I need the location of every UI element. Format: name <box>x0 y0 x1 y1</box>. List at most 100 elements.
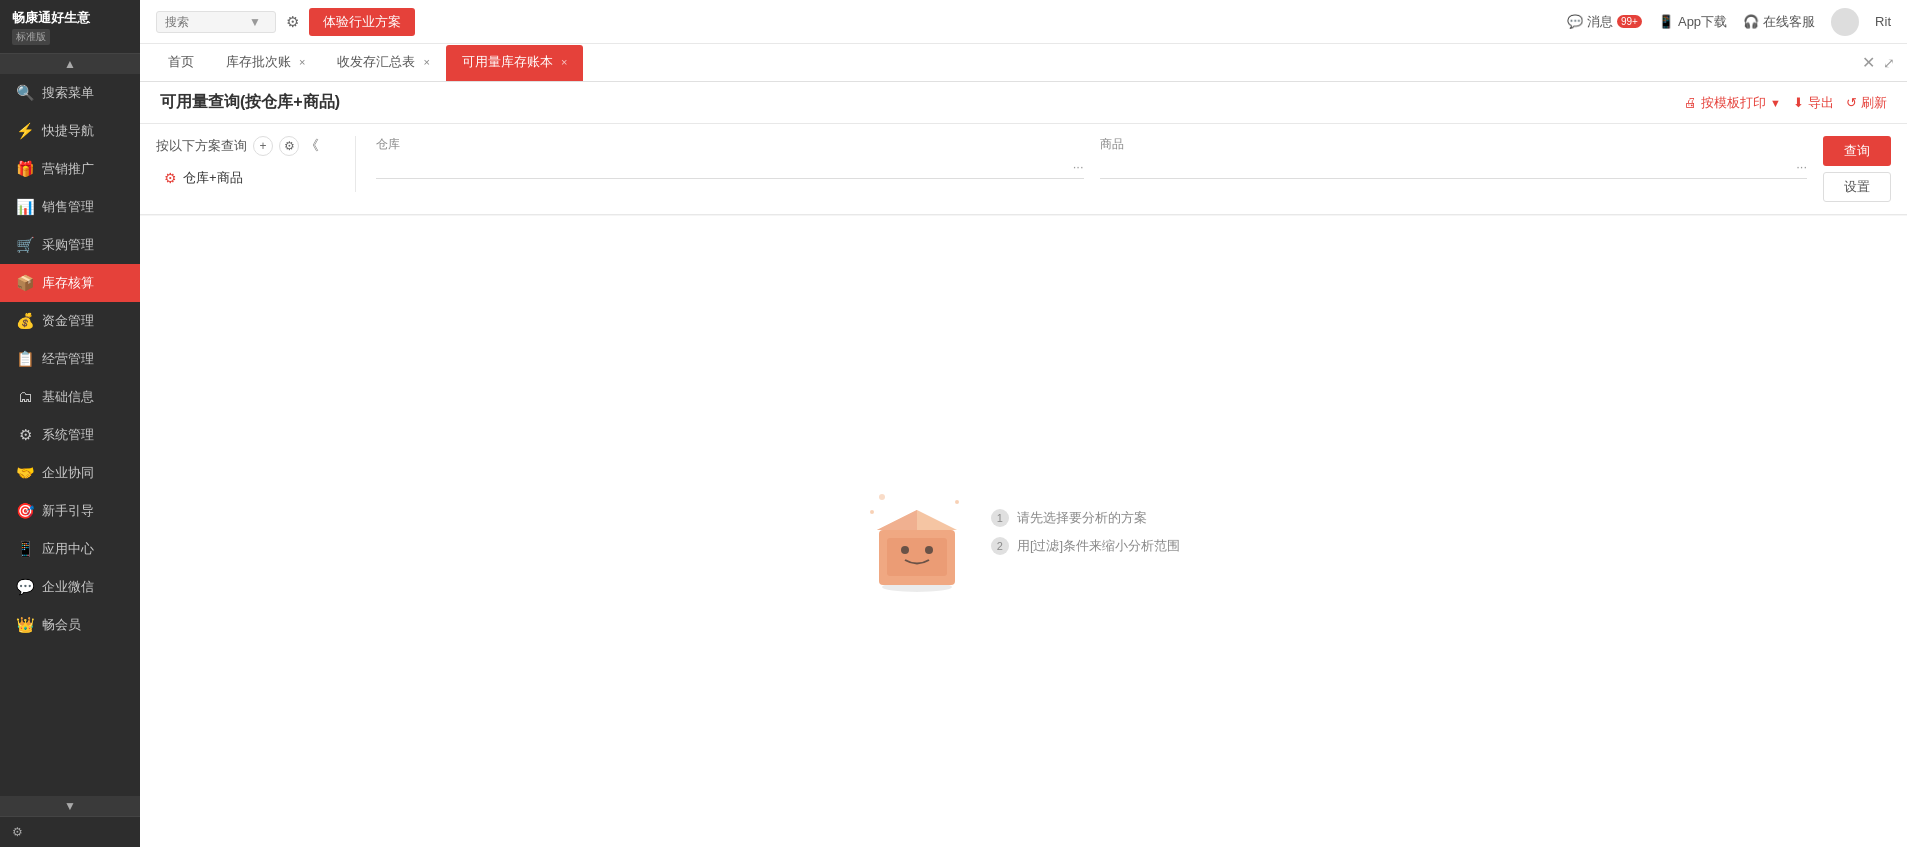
enterprise-icon: 🤝 <box>16 464 34 482</box>
tab-label-available-ledger: 可用量库存账本 <box>462 53 553 71</box>
sidebar-item-operation[interactable]: 📋经营管理 <box>0 340 140 378</box>
topbar-search[interactable]: ▼ <box>156 11 276 33</box>
tab-close-stock-summary[interactable]: × <box>423 56 429 68</box>
tab-bar-close-btn[interactable]: ✕ <box>1862 53 1875 72</box>
marketing-icon: 🎁 <box>16 160 34 178</box>
sidebar-item-quick-nav[interactable]: ⚡快捷导航 <box>0 112 140 150</box>
filter-warehouse: 仓库 ··· <box>376 136 1084 179</box>
sidebar-scroll-down[interactable]: ▼ <box>0 796 140 816</box>
tab-close-batch-ledger[interactable]: × <box>299 56 305 68</box>
message-icon: 💬 <box>1567 14 1583 29</box>
settings-icon: ⚙ <box>12 825 23 839</box>
member-icon: 👑 <box>16 616 34 634</box>
tab-batch-ledger[interactable]: 库存批次账× <box>210 45 321 81</box>
step-2-circle: 2 <box>991 537 1009 555</box>
tab-available-ledger[interactable]: 可用量库存账本 × <box>446 45 583 81</box>
sidebar-menu: 🔍搜索菜单⚡快捷导航🎁营销推广📊销售管理🛒采购管理📦库存核算💰资金管理📋经营管理… <box>0 74 140 796</box>
warehouse-input[interactable] <box>376 159 1069 174</box>
tab-bar-expand-btn[interactable]: ⤢ <box>1883 55 1895 71</box>
app-center-icon: 📱 <box>16 540 34 558</box>
sidebar-item-marketing[interactable]: 🎁营销推广 <box>0 150 140 188</box>
gear-icon[interactable]: ⚙ <box>286 13 299 31</box>
svg-marker-4 <box>877 510 917 530</box>
chevron-down-icon: ▼ <box>1770 97 1781 109</box>
tab-close-available-ledger[interactable]: × <box>561 56 567 68</box>
main-content: ▼ ⚙ 体验行业方案 💬 消息 99+ 📱 App下载 🎧 在线客服 Rit 首… <box>140 0 1907 847</box>
scheme-icon: ⚙ <box>164 170 177 186</box>
search-input[interactable] <box>165 15 245 29</box>
sidebar-item-app-center[interactable]: 📱 应用中心 <box>0 530 140 568</box>
query-panel: 按以下方案查询 + ⚙ 《 ⚙ 仓库+商品 仓库 ·· <box>140 124 1907 215</box>
sidebar-item-member[interactable]: 👑畅会员 <box>0 606 140 644</box>
empty-hint-2: 2 用[过滤]条件来缩小分析范围 <box>991 537 1180 555</box>
online-service-btn[interactable]: 🎧 在线客服 <box>1743 13 1815 31</box>
sidebar-item-label: 采购管理 <box>42 236 94 254</box>
scheme-item-label: 仓库+商品 <box>183 169 243 187</box>
username[interactable]: Rit <box>1875 14 1891 29</box>
query-btn[interactable]: 查询 <box>1823 136 1891 166</box>
sidebar-scroll-up[interactable]: ▲ <box>0 54 140 74</box>
goods-input[interactable] <box>1100 159 1793 174</box>
sidebar-item-finance[interactable]: 💰资金管理 <box>0 302 140 340</box>
sidebar-item-search[interactable]: 🔍搜索菜单 <box>0 74 140 112</box>
message-badge: 99+ <box>1617 15 1642 28</box>
app-download-label: App下载 <box>1678 13 1727 31</box>
chevron-down-icon[interactable]: ▼ <box>249 15 261 29</box>
app-download-btn[interactable]: 📱 App下载 <box>1658 13 1727 31</box>
svg-point-8 <box>879 494 885 500</box>
scheme-add-btn[interactable]: + <box>253 136 273 156</box>
print-label: 按模板打印 <box>1701 94 1766 112</box>
scheme-item-warehouse-goods[interactable]: ⚙ 仓库+商品 <box>156 164 343 192</box>
sidebar: 畅康通好生意 标准版 ▲ 🔍搜索菜单⚡快捷导航🎁营销推广📊销售管理🛒采购管理📦库… <box>0 0 140 847</box>
scheme-title: 按以下方案查询 <box>156 137 247 155</box>
sidebar-item-label: 应用中心 <box>42 540 94 558</box>
export-label: 导出 <box>1808 94 1834 112</box>
trial-btn[interactable]: 体验行业方案 <box>309 8 415 36</box>
sidebar-item-label: 企业微信 <box>42 578 94 596</box>
message-btn[interactable]: 💬 消息 99+ <box>1567 13 1642 31</box>
basic-icon: 🗂 <box>16 388 34 405</box>
scheme-section: 按以下方案查询 + ⚙ 《 ⚙ 仓库+商品 <box>156 136 356 192</box>
sidebar-item-sales[interactable]: 📊销售管理 <box>0 188 140 226</box>
tab-stock-summary[interactable]: 收发存汇总表× <box>321 45 445 81</box>
action-buttons: 查询 设置 <box>1823 136 1891 202</box>
tab-home[interactable]: 首页 <box>152 45 210 81</box>
svg-point-7 <box>870 510 874 514</box>
sidebar-item-inventory[interactable]: 📦库存核算 <box>0 264 140 302</box>
sidebar-item-label: 系统管理 <box>42 426 94 444</box>
tab-bar: 首页库存批次账×收发存汇总表× 可用量库存账本 × ✕ ⤢ <box>140 44 1907 82</box>
hint-2-label: 用[过滤]条件来缩小分析范围 <box>1017 537 1180 555</box>
settings-btn[interactable]: 设置 <box>1823 172 1891 202</box>
sidebar-item-label: 快捷导航 <box>42 122 94 140</box>
warehouse-label: 仓库 <box>376 136 1084 153</box>
print-btn[interactable]: 🖨 按模板打印 ▼ <box>1684 94 1781 112</box>
sidebar-item-label: 销售管理 <box>42 198 94 216</box>
export-btn[interactable]: ⬇ 导出 <box>1793 94 1834 112</box>
refresh-icon: ↺ <box>1846 95 1857 110</box>
svg-point-6 <box>925 546 933 554</box>
goods-input-wrapper: ··· <box>1100 155 1808 179</box>
sidebar-item-enterprise[interactable]: 🤝企业协同 <box>0 454 140 492</box>
page-header-actions: 🖨 按模板打印 ▼ ⬇ 导出 ↺ 刷新 <box>1684 94 1887 112</box>
sidebar-item-wechat[interactable]: 💬企业微信 <box>0 568 140 606</box>
scheme-collapse-btn[interactable]: 《 <box>305 137 319 155</box>
sidebar-item-basic[interactable]: 🗂基础信息 <box>0 378 140 416</box>
sidebar-item-purchase[interactable]: 🛒采购管理 <box>0 226 140 264</box>
filter-row: 仓库 ··· 商品 ··· <box>376 136 1807 179</box>
guide-icon: 🎯 <box>16 502 34 520</box>
scheme-settings-btn[interactable]: ⚙ <box>279 136 299 156</box>
sidebar-item-label: 资金管理 <box>42 312 94 330</box>
empty-text: 1 请先选择要分析的方案 2 用[过滤]条件来缩小分析范围 <box>991 509 1180 555</box>
sidebar-item-system[interactable]: ⚙ 系统管理 <box>0 416 140 454</box>
sidebar-item-guide[interactable]: 🎯新手引导 <box>0 492 140 530</box>
phone-icon: 📱 <box>1658 14 1674 29</box>
warehouse-more-btn[interactable]: ··· <box>1073 159 1084 174</box>
search-icon: 🔍 <box>16 84 34 102</box>
tab-label-home: 首页 <box>168 53 194 71</box>
sidebar-bottom: ⚙ <box>0 816 140 847</box>
system-icon: ⚙ <box>16 426 34 444</box>
refresh-btn[interactable]: ↺ 刷新 <box>1846 94 1887 112</box>
empty-state: 1 请先选择要分析的方案 2 用[过滤]条件来缩小分析范围 <box>140 216 1907 847</box>
goods-more-btn[interactable]: ··· <box>1796 159 1807 174</box>
svg-rect-2 <box>887 538 947 576</box>
